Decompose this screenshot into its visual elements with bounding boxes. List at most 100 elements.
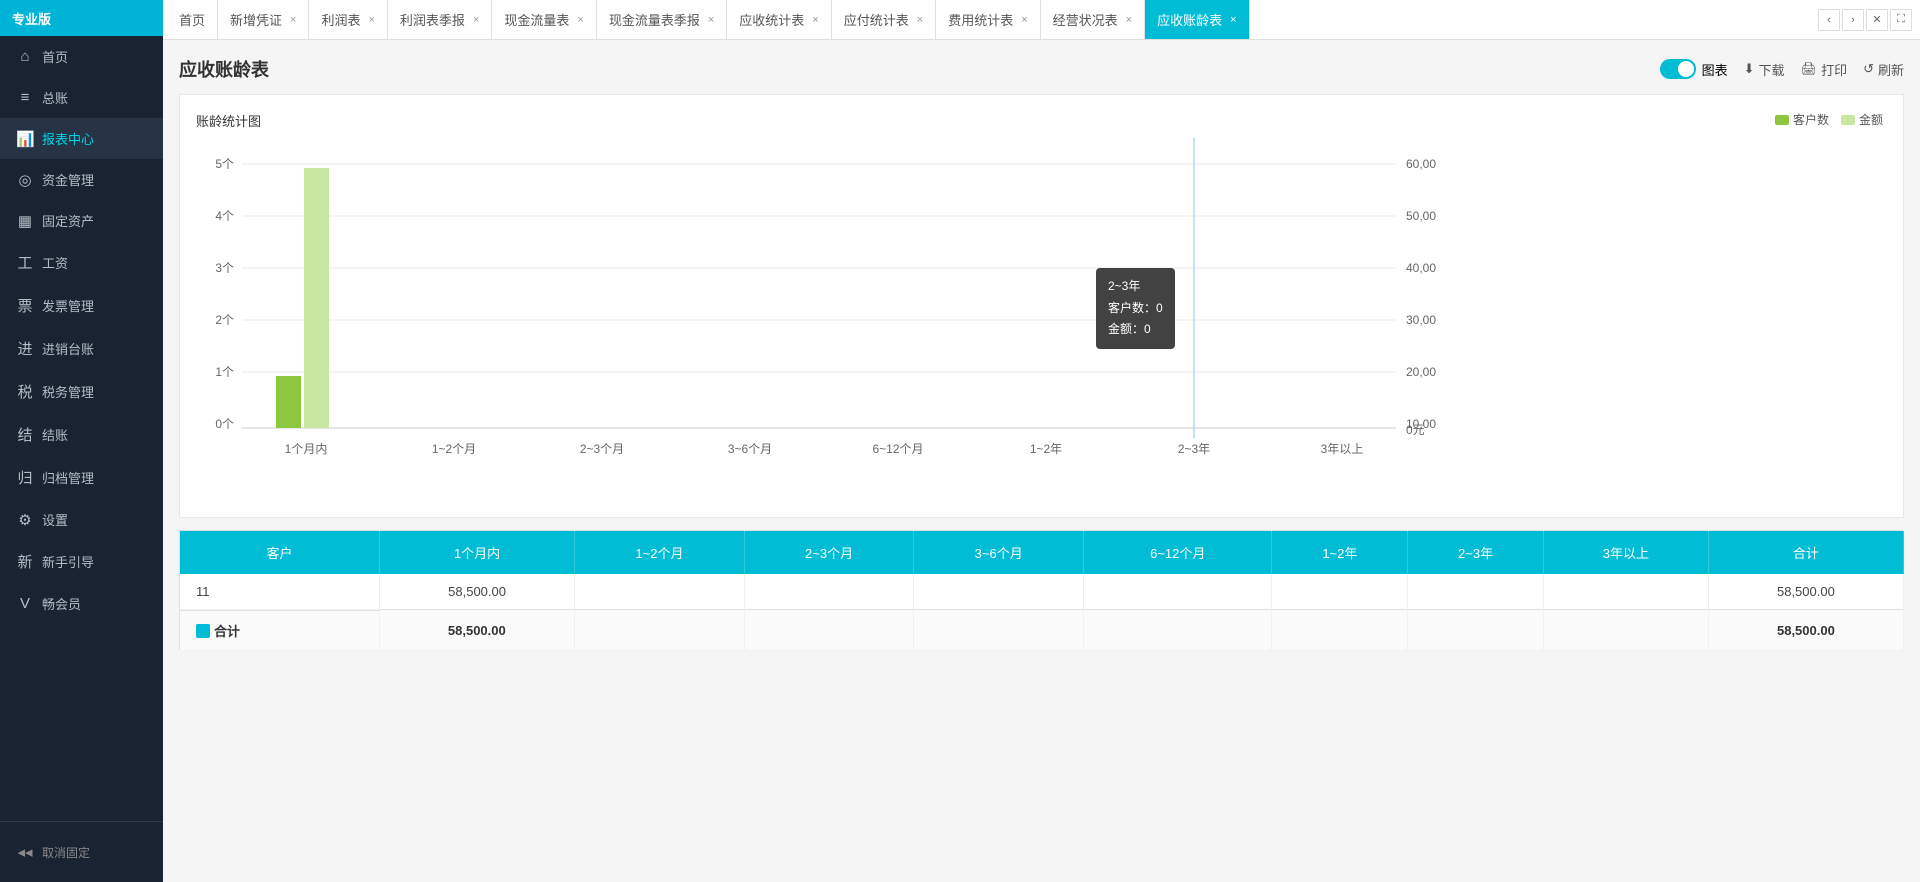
tab-cashflow-close[interactable]: × bbox=[577, 14, 583, 26]
toggle-track[interactable] bbox=[1660, 59, 1696, 79]
close-account-icon: 结 bbox=[16, 424, 34, 445]
home-icon: ⌂ bbox=[16, 48, 34, 65]
tab-profit-label: 利润表 bbox=[321, 10, 360, 29]
tab-next-button[interactable]: › bbox=[1842, 9, 1864, 31]
total-col3 bbox=[744, 610, 914, 651]
tab-profit-q-close[interactable]: × bbox=[473, 14, 479, 26]
tab-cashflow[interactable]: 现金流量表 × bbox=[492, 0, 596, 40]
bar-green-0 bbox=[276, 376, 301, 428]
th-3-6m: 3~6个月 bbox=[914, 531, 1084, 575]
sidebar-item-home[interactable]: ⌂ 首页 bbox=[0, 36, 163, 77]
tab-receivable-close[interactable]: × bbox=[812, 14, 818, 26]
cell-6-12m-0 bbox=[1084, 574, 1272, 610]
tab-profit-q[interactable]: 利润表季报 × bbox=[388, 0, 492, 40]
refresh-button[interactable]: ↺ 刷新 bbox=[1863, 60, 1904, 79]
cell-1-2y-0 bbox=[1272, 574, 1408, 610]
sidebar-item-invoice[interactable]: 票 发票管理 bbox=[0, 284, 163, 327]
sidebar-item-stock[interactable]: 进 进销台账 bbox=[0, 327, 163, 370]
tab-aging-close[interactable]: × bbox=[1230, 14, 1236, 26]
sidebar-item-label: 新手引导 bbox=[42, 552, 94, 571]
member-icon: V bbox=[16, 595, 34, 612]
svg-text:1个月内: 1个月内 bbox=[285, 442, 328, 456]
download-button[interactable]: ⬇ 下载 bbox=[1744, 60, 1785, 79]
sidebar-item-asset[interactable]: ▦ 固定资产 bbox=[0, 200, 163, 241]
print-label: 打印 bbox=[1821, 60, 1847, 79]
tab-voucher-close[interactable]: × bbox=[290, 14, 296, 26]
sidebar-item-ledger[interactable]: ≡ 总账 bbox=[0, 77, 163, 118]
cell-1m-0: 58,500.00 bbox=[380, 574, 575, 610]
tab-aging[interactable]: 应收账龄表 × bbox=[1145, 0, 1249, 40]
svg-text:6~12个月: 6~12个月 bbox=[872, 442, 923, 456]
tab-operation-close[interactable]: × bbox=[1126, 14, 1132, 26]
svg-text:3个: 3个 bbox=[215, 261, 234, 275]
cell-1-2m-0 bbox=[575, 574, 745, 610]
sidebar-item-label: 发票管理 bbox=[42, 296, 94, 315]
th-6-12m: 6~12个月 bbox=[1084, 531, 1272, 575]
bar-light-0 bbox=[304, 168, 329, 428]
sidebar-item-guide[interactable]: 新 新手引导 bbox=[0, 540, 163, 583]
total-row-label: 合计 bbox=[214, 621, 240, 640]
tab-operation[interactable]: 经营状况表 × bbox=[1041, 0, 1145, 40]
tab-payable-close[interactable]: × bbox=[917, 14, 923, 26]
tab-voucher[interactable]: 新增凭证 × bbox=[218, 0, 309, 40]
tab-home[interactable]: 首页 bbox=[167, 0, 218, 40]
sidebar: 专业版 ⌂ 首页 ≡ 总账 📊 报表中心 ◎ 资金管理 ▦ 固定资产 工 工资 … bbox=[0, 0, 163, 882]
svg-text:40,000.00元: 40,000.00元 bbox=[1406, 261, 1436, 275]
page-actions: 图表 ⬇ 下载 🖨 打印 ↺ 刷新 bbox=[1660, 59, 1904, 79]
total-total: 58,500.00 bbox=[1708, 610, 1903, 651]
sidebar-item-fund[interactable]: ◎ 资金管理 bbox=[0, 159, 163, 200]
tab-payable[interactable]: 应付统计表 × bbox=[832, 0, 936, 40]
sidebar-item-archive[interactable]: 归 归档管理 bbox=[0, 456, 163, 499]
page-title: 应收账龄表 bbox=[179, 56, 1660, 82]
download-icon: ⬇ bbox=[1744, 61, 1755, 77]
tab-cashflow-q-close[interactable]: × bbox=[708, 14, 714, 26]
pin-icon: ◂◂ bbox=[16, 843, 34, 861]
total-col6 bbox=[1272, 610, 1408, 651]
th-total: 合计 bbox=[1708, 531, 1903, 575]
sidebar-item-reports[interactable]: 📊 报表中心 bbox=[0, 118, 163, 159]
th-1-2m: 1~2个月 bbox=[575, 531, 745, 575]
tab-fullscreen-button[interactable]: ⛶ bbox=[1890, 9, 1912, 31]
print-button[interactable]: 🖨 打印 bbox=[1801, 60, 1848, 79]
svg-text:1~2个月: 1~2个月 bbox=[432, 442, 476, 456]
sidebar-item-label: 归档管理 bbox=[42, 468, 94, 487]
total-col5 bbox=[1084, 610, 1272, 651]
th-2-3m: 2~3个月 bbox=[744, 531, 914, 575]
sidebar-item-close[interactable]: 结 结账 bbox=[0, 413, 163, 456]
svg-text:3年以上: 3年以上 bbox=[1321, 442, 1364, 456]
download-label: 下载 bbox=[1759, 60, 1785, 79]
tab-receivable[interactable]: 应收统计表 × bbox=[727, 0, 831, 40]
sidebar-item-tax[interactable]: 税 税务管理 bbox=[0, 370, 163, 413]
salary-icon: 工 bbox=[16, 252, 34, 273]
sidebar-item-label: 首页 bbox=[42, 47, 68, 66]
legend-green-swatch bbox=[1775, 115, 1789, 125]
tab-aging-label: 应收账龄表 bbox=[1157, 10, 1222, 29]
tab-cashflow-q[interactable]: 现金流量表季报 × bbox=[597, 0, 727, 40]
data-table: 客户 1个月内 1~2个月 2~3个月 3~6个月 6~12个月 1~2年 2~… bbox=[179, 530, 1904, 651]
sidebar-item-label: 畅会员 bbox=[42, 594, 81, 613]
cell-customer-0: 11 bbox=[180, 574, 380, 610]
tab-expense-close[interactable]: × bbox=[1021, 14, 1027, 26]
tab-profit[interactable]: 利润表 × bbox=[309, 0, 387, 40]
cell-total-label: 合计 bbox=[180, 610, 380, 650]
chart-toggle[interactable]: 图表 bbox=[1660, 59, 1728, 79]
sidebar-item-salary[interactable]: 工 工资 bbox=[0, 241, 163, 284]
tab-prev-button[interactable]: ‹ bbox=[1818, 9, 1840, 31]
sidebar-item-member[interactable]: V 畅会员 bbox=[0, 583, 163, 624]
sidebar-item-settings[interactable]: ⚙ 设置 bbox=[0, 499, 163, 540]
fund-icon: ◎ bbox=[16, 171, 34, 189]
svg-text:0元: 0元 bbox=[1406, 423, 1425, 437]
sidebar-item-label: 工资 bbox=[42, 253, 68, 272]
sidebar-item-label: 资金管理 bbox=[42, 170, 94, 189]
svg-text:20,000.00元: 20,000.00元 bbox=[1406, 365, 1436, 379]
legend-amount: 金额 bbox=[1841, 111, 1883, 128]
tab-close-all-button[interactable]: ✕ bbox=[1866, 9, 1888, 31]
tab-profit-q-label: 利润表季报 bbox=[400, 10, 465, 29]
gear-icon: ⚙ bbox=[16, 511, 34, 529]
unpin-button[interactable]: ◂◂ 取消固定 bbox=[0, 832, 163, 872]
total-col1: 58,500.00 bbox=[380, 610, 575, 651]
tab-expense[interactable]: 费用统计表 × bbox=[936, 0, 1040, 40]
svg-text:30,000.00元: 30,000.00元 bbox=[1406, 313, 1436, 327]
tab-profit-close[interactable]: × bbox=[368, 14, 374, 26]
page-content: 应收账龄表 图表 ⬇ 下载 🖨 打印 ↺ 刷新 bbox=[163, 40, 1920, 882]
